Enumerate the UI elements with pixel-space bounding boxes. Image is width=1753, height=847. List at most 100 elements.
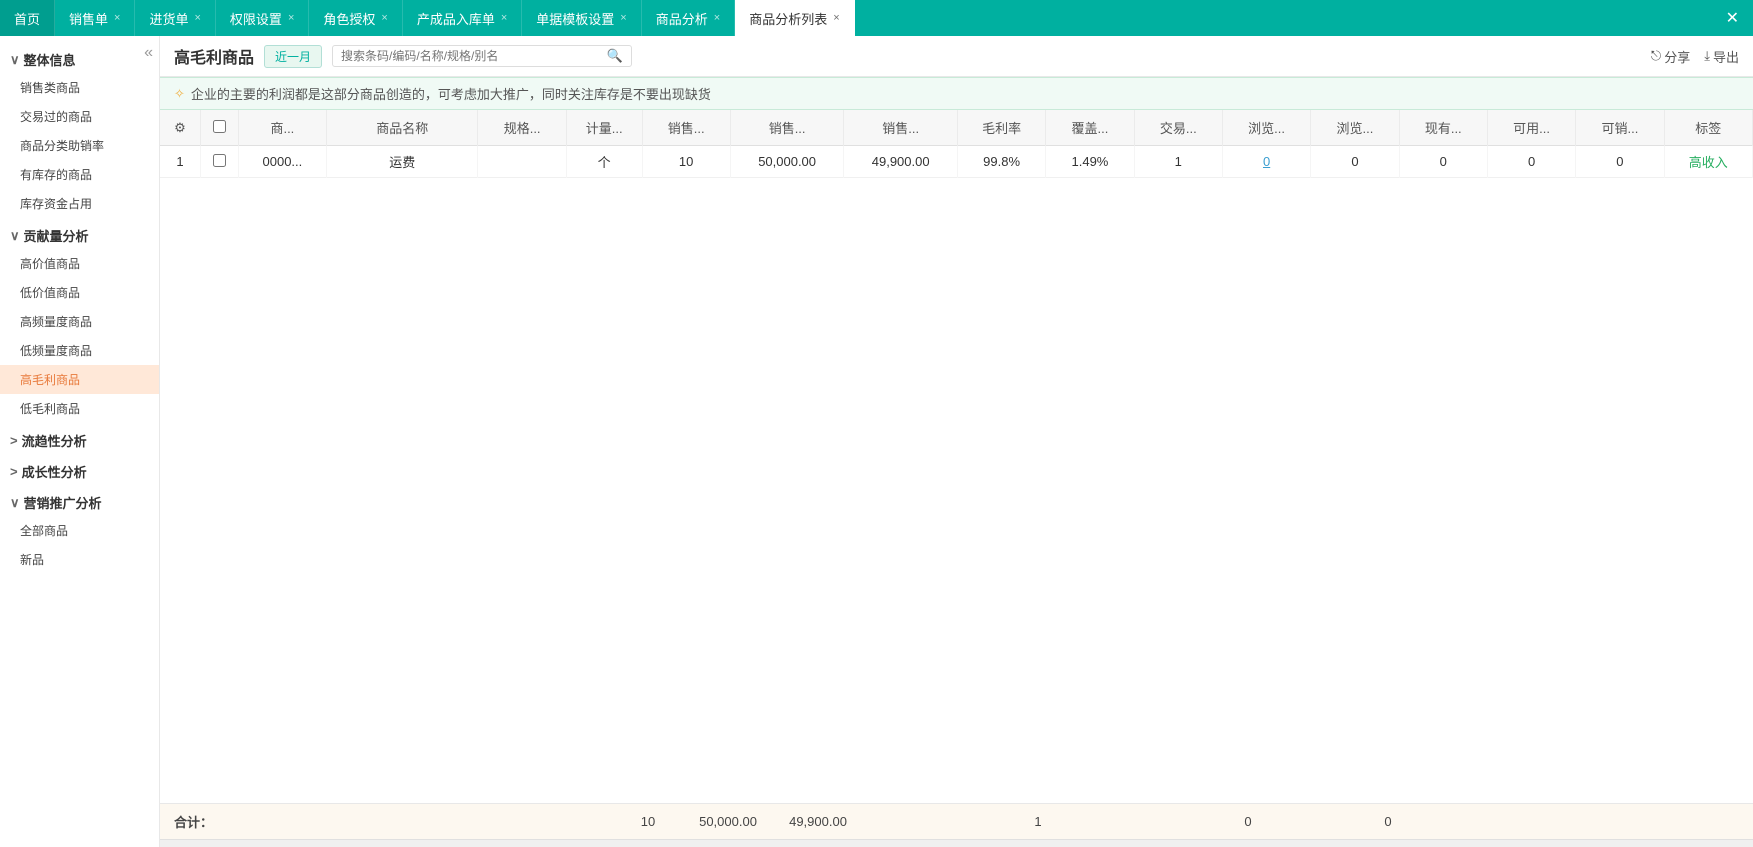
col-header-cover_rate[interactable]: 覆盖... xyxy=(1046,110,1134,146)
tab-close-icon-permission-settings[interactable]: × xyxy=(288,12,294,24)
sidebar-group-label-text: 整体信息 xyxy=(24,50,76,69)
cell-num: 1 xyxy=(160,146,200,178)
tab-close-icon-product-analysis[interactable]: × xyxy=(714,12,720,24)
filter-button[interactable]: 近一月 xyxy=(264,45,322,68)
sidebar-item-high-profit-goods[interactable]: 高毛利商品 xyxy=(0,365,159,394)
tab-role-permission[interactable]: 角色授权× xyxy=(309,0,402,36)
cell-browse2: 0 xyxy=(1311,146,1399,178)
sidebar-group-成长性分析[interactable]: > 成长性分析 xyxy=(0,454,159,485)
tab-sales[interactable]: 销售单× xyxy=(55,0,135,36)
table-wrapper[interactable]: ⚙商...商品名称规格...计量...销售...销售...销售...毛利率覆盖.… xyxy=(160,110,1753,803)
page-title: 高毛利商品 xyxy=(174,44,254,68)
sidebar-item-high-value-goods[interactable]: 高价值商品 xyxy=(0,249,159,278)
select-all-checkbox[interactable] xyxy=(213,120,226,133)
col-header-unit[interactable]: 计量... xyxy=(566,110,642,146)
tab-close-icon-product-warehouse[interactable]: × xyxy=(501,12,507,24)
footer-cell-sales_qty: 10 xyxy=(613,814,683,829)
content-header: 高毛利商品 近一月 🔍 ⎋ 分享 ⤓ 导出 xyxy=(160,36,1753,77)
tab-close-icon-purchase[interactable]: × xyxy=(194,12,200,24)
cell-tag: 高收入 xyxy=(1664,146,1752,178)
sidebar-item-high-freq-goods[interactable]: 高频量度商品 xyxy=(0,307,159,336)
footer-cell-trade_count: 1 xyxy=(1003,814,1073,829)
sidebar-item-low-profit-goods[interactable]: 低毛利商品 xyxy=(0,394,159,423)
sidebar-item-all-goods[interactable]: 全部商品 xyxy=(0,516,159,545)
cell-available1: 0 xyxy=(1399,146,1487,178)
sidebar-item-stock-capital[interactable]: 库存资金占用 xyxy=(0,189,159,218)
tab-close-icon-role-permission[interactable]: × xyxy=(381,12,387,24)
sidebar-group-贡献量分析[interactable]: ∨贡献量分析 xyxy=(0,218,159,249)
footer-label: 合计： xyxy=(174,812,213,831)
row-checkbox[interactable] xyxy=(213,154,226,167)
sidebar-item-goods-helper-rate[interactable]: 商品分类助销率 xyxy=(0,131,159,160)
tab-purchase[interactable]: 进货单× xyxy=(135,0,215,36)
sidebar-item-new-goods[interactable]: 新品 xyxy=(0,545,159,574)
main-layout: « ∨整体信息销售类商品交易过的商品商品分类助销率有库存的商品库存资金占用∨贡献… xyxy=(0,36,1753,847)
col-header-checkbox[interactable] xyxy=(200,110,238,146)
sidebar-collapse-button[interactable]: « xyxy=(144,44,153,62)
col-header-browse1[interactable]: 浏览... xyxy=(1222,110,1310,146)
window-close-button[interactable]: ✕ xyxy=(1712,8,1753,28)
cell-saleable: 0 xyxy=(1576,146,1664,178)
cell-sales_amount: 50,000.00 xyxy=(730,146,844,178)
content-area: 高毛利商品 近一月 🔍 ⎋ 分享 ⤓ 导出 ✧ 企业的主要的利润都是这部分商品创… xyxy=(160,36,1753,847)
col-header-trade_count[interactable]: 交易... xyxy=(1134,110,1222,146)
share-icon: ⎋ xyxy=(1651,48,1661,64)
search-icon[interactable]: 🔍 xyxy=(607,48,623,64)
tab-close-icon-template-settings[interactable]: × xyxy=(620,12,626,24)
browse-link[interactable]: 0 xyxy=(1263,154,1270,169)
header-actions: ⎋ 分享 ⤓ 导出 xyxy=(1651,47,1739,66)
sidebar-item-traded-goods[interactable]: 交易过的商品 xyxy=(0,102,159,131)
col-header-available2[interactable]: 可用... xyxy=(1487,110,1575,146)
sidebar-group-流趋性分析[interactable]: >流趋性分析 xyxy=(0,423,159,454)
chevron-icon: > xyxy=(10,464,18,479)
sidebar-group-label-text: 成长性分析 xyxy=(22,462,87,481)
col-header-code[interactable]: 商... xyxy=(238,110,326,146)
col-header-name[interactable]: 商品名称 xyxy=(327,110,478,146)
tip-icon: ✧ xyxy=(174,86,185,102)
sidebar-group-label-text: 贡献量分析 xyxy=(24,226,89,245)
col-header-settings[interactable]: ⚙ xyxy=(160,110,200,146)
cell-name: 运费 xyxy=(327,146,478,178)
tab-product-analysis[interactable]: 商品分析× xyxy=(642,0,735,36)
tab-product-warehouse[interactable]: 产成品入库单× xyxy=(403,0,522,36)
tab-permission-settings[interactable]: 权限设置× xyxy=(216,0,309,36)
col-header-spec[interactable]: 规格... xyxy=(478,110,566,146)
col-header-gross_rate[interactable]: 毛利率 xyxy=(957,110,1045,146)
cell-trade_count: 1 xyxy=(1134,146,1222,178)
cell-browse1: 0 xyxy=(1222,146,1310,178)
search-box: 🔍 xyxy=(332,45,632,67)
col-header-sales_amount[interactable]: 销售... xyxy=(730,110,844,146)
info-bar: ✧ 企业的主要的利润都是这部分商品创造的，可考虑加大推广，同时关注库存是不要出现… xyxy=(160,77,1753,110)
export-button[interactable]: ⤓ 导出 xyxy=(1704,47,1739,66)
sidebar-item-low-value-goods[interactable]: 低价值商品 xyxy=(0,278,159,307)
col-header-sales_qty[interactable]: 销售... xyxy=(642,110,730,146)
sidebar-group-label-text: 流趋性分析 xyxy=(22,431,87,450)
cell-cover_rate: 1.49% xyxy=(1046,146,1134,178)
tab-product-analysis-list[interactable]: 商品分析列表× xyxy=(735,0,854,36)
tab-close-icon-sales[interactable]: × xyxy=(114,12,120,24)
cell-spec xyxy=(478,146,566,178)
footer-cell-sales_amount: 50,000.00 xyxy=(683,814,773,829)
col-header-saleable[interactable]: 可销... xyxy=(1576,110,1664,146)
search-input[interactable] xyxy=(341,49,607,63)
share-button[interactable]: ⎋ 分享 xyxy=(1651,47,1690,66)
chevron-icon: ∨ xyxy=(10,495,20,511)
sidebar-item-sales-goods[interactable]: 销售类商品 xyxy=(0,73,159,102)
cell-sales_cost: 49,900.00 xyxy=(844,146,958,178)
sidebar-group-营销推广分析[interactable]: ∨营销推广分析 xyxy=(0,485,159,516)
sidebar-group-整体信息[interactable]: ∨整体信息 xyxy=(0,42,159,73)
col-header-browse2[interactable]: 浏览... xyxy=(1311,110,1399,146)
footer-bar: 合计： 1050,000.0049,900.00100 xyxy=(160,803,1753,839)
col-header-available1[interactable]: 现有... xyxy=(1399,110,1487,146)
col-header-tag[interactable]: 标签 xyxy=(1664,110,1752,146)
tab-home[interactable]: 首页 xyxy=(0,0,55,36)
info-message: 企业的主要的利润都是这部分商品创造的，可考虑加大推广，同时关注库存是不要出现缺货 xyxy=(191,84,711,103)
sidebar-item-low-freq-goods[interactable]: 低频量度商品 xyxy=(0,336,159,365)
cell-code: 0000... xyxy=(238,146,326,178)
tab-close-icon-product-analysis-list[interactable]: × xyxy=(833,12,839,24)
sidebar-item-in-stock-goods[interactable]: 有库存的商品 xyxy=(0,160,159,189)
cell-checkbox xyxy=(200,146,238,178)
bottom-scrollbar[interactable] xyxy=(160,839,1753,847)
tab-template-settings[interactable]: 单据模板设置× xyxy=(522,0,641,36)
col-header-sales_cost[interactable]: 销售... xyxy=(844,110,958,146)
